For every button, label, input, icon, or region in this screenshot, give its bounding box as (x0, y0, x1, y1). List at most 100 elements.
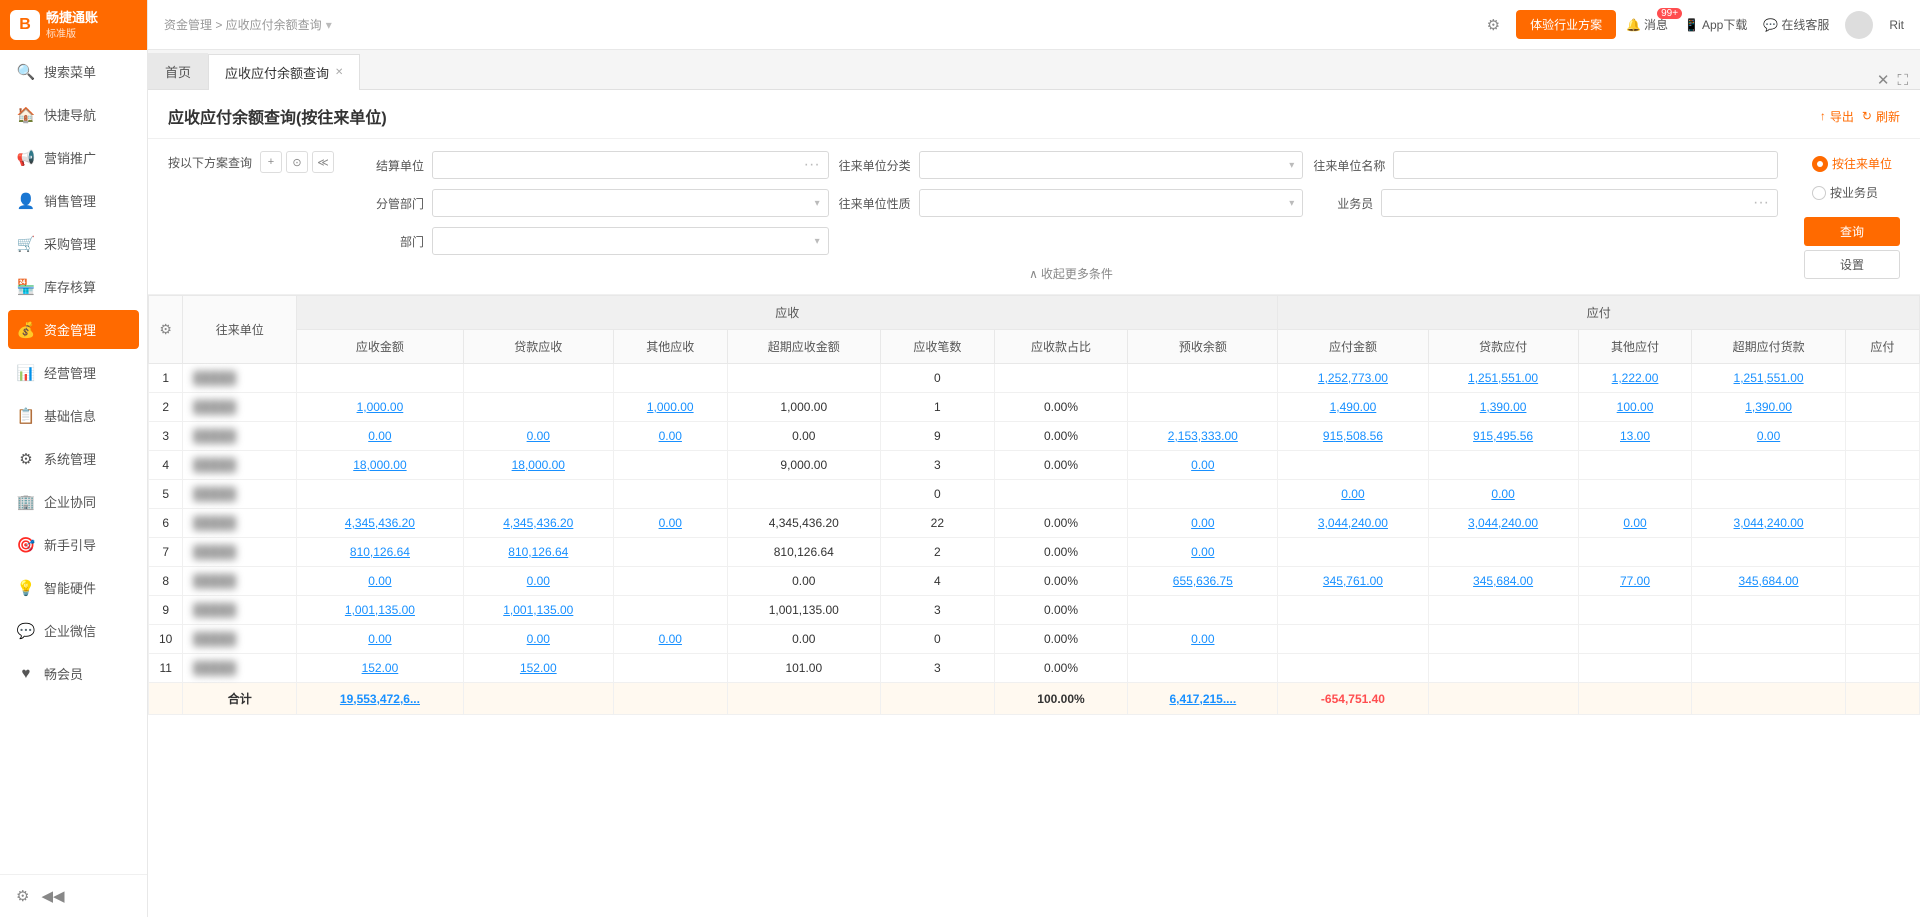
ar-prepay[interactable] (1128, 393, 1278, 422)
ar-loan[interactable]: 18,000.00 (463, 451, 613, 480)
add-scheme-btn[interactable]: + (260, 151, 282, 173)
ar-other[interactable] (613, 596, 727, 625)
ar-other[interactable]: 0.00 (613, 422, 727, 451)
ap-other[interactable]: 77.00 (1578, 567, 1692, 596)
sidebar-item-operations[interactable]: 📊 经营管理 (0, 351, 147, 394)
ap-amount[interactable]: 915,508.56 (1278, 422, 1428, 451)
ar-other[interactable]: 1,000.00 (613, 393, 727, 422)
settlement-unit-input[interactable]: ··· (432, 151, 829, 179)
ar-other[interactable] (613, 480, 727, 509)
sidebar-item-enterprise-wechat[interactable]: 💬 企业微信 (0, 609, 147, 652)
ar-amount[interactable]: 18,000.00 (297, 451, 464, 480)
ar-other[interactable] (613, 364, 727, 393)
ap-loan[interactable]: 1,251,551.00 (1428, 364, 1578, 393)
sidebar-item-smart-hw[interactable]: 💡 智能硬件 (0, 566, 147, 609)
dept-manager-input[interactable]: ▾ (432, 189, 829, 217)
ap-other[interactable] (1578, 654, 1692, 683)
sidebar-item-sales[interactable]: 👤 销售管理 (0, 179, 147, 222)
ap-amount[interactable]: 1,252,773.00 (1278, 364, 1428, 393)
sidebar-item-basic-info[interactable]: 📋 基础信息 (0, 394, 147, 437)
ar-amount[interactable]: 1,001,135.00 (297, 596, 464, 625)
ap-amount[interactable]: 345,761.00 (1278, 567, 1428, 596)
ar-prepay[interactable]: 0.00 (1128, 451, 1278, 480)
ap-loan[interactable]: 1,390.00 (1428, 393, 1578, 422)
setting-btn[interactable]: 设置 (1804, 250, 1900, 279)
export-btn[interactable]: ↑ 导出 (1820, 108, 1854, 125)
scheme-option-salesperson[interactable]: 按业务员 (1804, 180, 1900, 205)
ap-loan[interactable]: 0.00 (1428, 480, 1578, 509)
ar-prepay[interactable] (1128, 654, 1278, 683)
edit-scheme-btn[interactable]: ⊙ (286, 151, 308, 173)
ap-amount[interactable]: 0.00 (1278, 480, 1428, 509)
sidebar-item-newbie[interactable]: 🎯 新手引导 (0, 523, 147, 566)
ar-other[interactable] (613, 451, 727, 480)
sidebar-item-purchase[interactable]: 🛒 采购管理 (0, 222, 147, 265)
ap-overdue[interactable]: 345,684.00 (1692, 567, 1845, 596)
ap-overdue[interactable] (1692, 480, 1845, 509)
ar-loan[interactable] (463, 364, 613, 393)
tab-home[interactable]: 首页 (148, 53, 208, 89)
ar-amount[interactable]: 0.00 (297, 567, 464, 596)
sidebar-item-marketing[interactable]: 📢 营销推广 (0, 136, 147, 179)
ap-other[interactable]: 1,222.00 (1578, 364, 1692, 393)
ap-overdue[interactable] (1692, 451, 1845, 480)
ap-amount[interactable] (1278, 654, 1428, 683)
ap-loan[interactable] (1428, 596, 1578, 625)
trial-btn[interactable]: 体验行业方案 (1516, 10, 1616, 39)
ap-loan[interactable]: 3,044,240.00 (1428, 509, 1578, 538)
tab-arbal[interactable]: 应收应付余额查询 ✕ (208, 54, 360, 90)
ar-prepay[interactable] (1128, 596, 1278, 625)
ar-prepay[interactable] (1128, 480, 1278, 509)
app-download-btn[interactable]: 📱 App下载 (1684, 16, 1747, 33)
ar-loan[interactable]: 0.00 (463, 567, 613, 596)
ap-other[interactable] (1578, 625, 1692, 654)
ar-other[interactable] (613, 538, 727, 567)
ap-amount[interactable]: 3,044,240.00 (1278, 509, 1428, 538)
ap-loan[interactable] (1428, 538, 1578, 567)
ap-other[interactable] (1578, 538, 1692, 567)
ap-amount[interactable] (1278, 538, 1428, 567)
table-settings-icon[interactable]: ⚙ (159, 321, 172, 337)
ar-other[interactable] (613, 567, 727, 596)
ar-loan[interactable]: 0.00 (463, 625, 613, 654)
ap-loan[interactable]: 915,495.56 (1428, 422, 1578, 451)
sidebar-item-vip[interactable]: ♥ 畅会员 (0, 652, 147, 695)
collapse-scheme-btn[interactable]: ≪ (312, 151, 334, 173)
ap-loan[interactable]: 345,684.00 (1428, 567, 1578, 596)
ar-other[interactable] (613, 654, 727, 683)
partner-name-input[interactable] (1393, 151, 1778, 179)
ap-other[interactable]: 100.00 (1578, 393, 1692, 422)
footer-ar-amount-cell[interactable]: 19,553,472,6... (297, 683, 464, 715)
close-window-icon[interactable]: ✕ (1877, 71, 1890, 89)
ar-prepay[interactable]: 2,153,333.00 (1128, 422, 1278, 451)
gear-icon[interactable]: ⚙ (1487, 16, 1500, 34)
ar-loan[interactable] (463, 393, 613, 422)
sidebar-item-system[interactable]: ⚙ 系统管理 (0, 437, 147, 480)
ap-amount[interactable] (1278, 625, 1428, 654)
ar-loan[interactable]: 810,126.64 (463, 538, 613, 567)
ar-other[interactable]: 0.00 (613, 625, 727, 654)
ap-loan[interactable] (1428, 625, 1578, 654)
ap-other[interactable] (1578, 596, 1692, 625)
scheme-option-partner[interactable]: 按往来单位 (1804, 151, 1900, 176)
sidebar-item-finance[interactable]: 💰 资金管理 (8, 310, 139, 349)
ap-overdue[interactable] (1692, 538, 1845, 567)
ap-overdue[interactable] (1692, 596, 1845, 625)
ar-amount[interactable]: 810,126.64 (297, 538, 464, 567)
sidebar-item-inventory[interactable]: 🏪 库存核算 (0, 265, 147, 308)
ap-overdue[interactable]: 3,044,240.00 (1692, 509, 1845, 538)
department-input[interactable]: ▾ (432, 227, 829, 255)
ap-loan[interactable] (1428, 451, 1578, 480)
sidebar-item-enterprise-collab[interactable]: 🏢 企业协同 (0, 480, 147, 523)
ar-amount[interactable] (297, 480, 464, 509)
ar-amount[interactable] (297, 364, 464, 393)
ar-other[interactable]: 0.00 (613, 509, 727, 538)
query-btn[interactable]: 查询 (1804, 217, 1900, 246)
ar-prepay[interactable]: 0.00 (1128, 625, 1278, 654)
ap-amount[interactable] (1278, 596, 1428, 625)
notice-btn[interactable]: 🔔 消息 99+ (1626, 16, 1668, 33)
ar-loan[interactable]: 4,345,436.20 (463, 509, 613, 538)
ar-loan[interactable]: 0.00 (463, 422, 613, 451)
sidebar-item-search-menu[interactable]: 🔍 搜索菜单 (0, 50, 147, 93)
col-settings-header[interactable]: ⚙ (149, 296, 183, 364)
